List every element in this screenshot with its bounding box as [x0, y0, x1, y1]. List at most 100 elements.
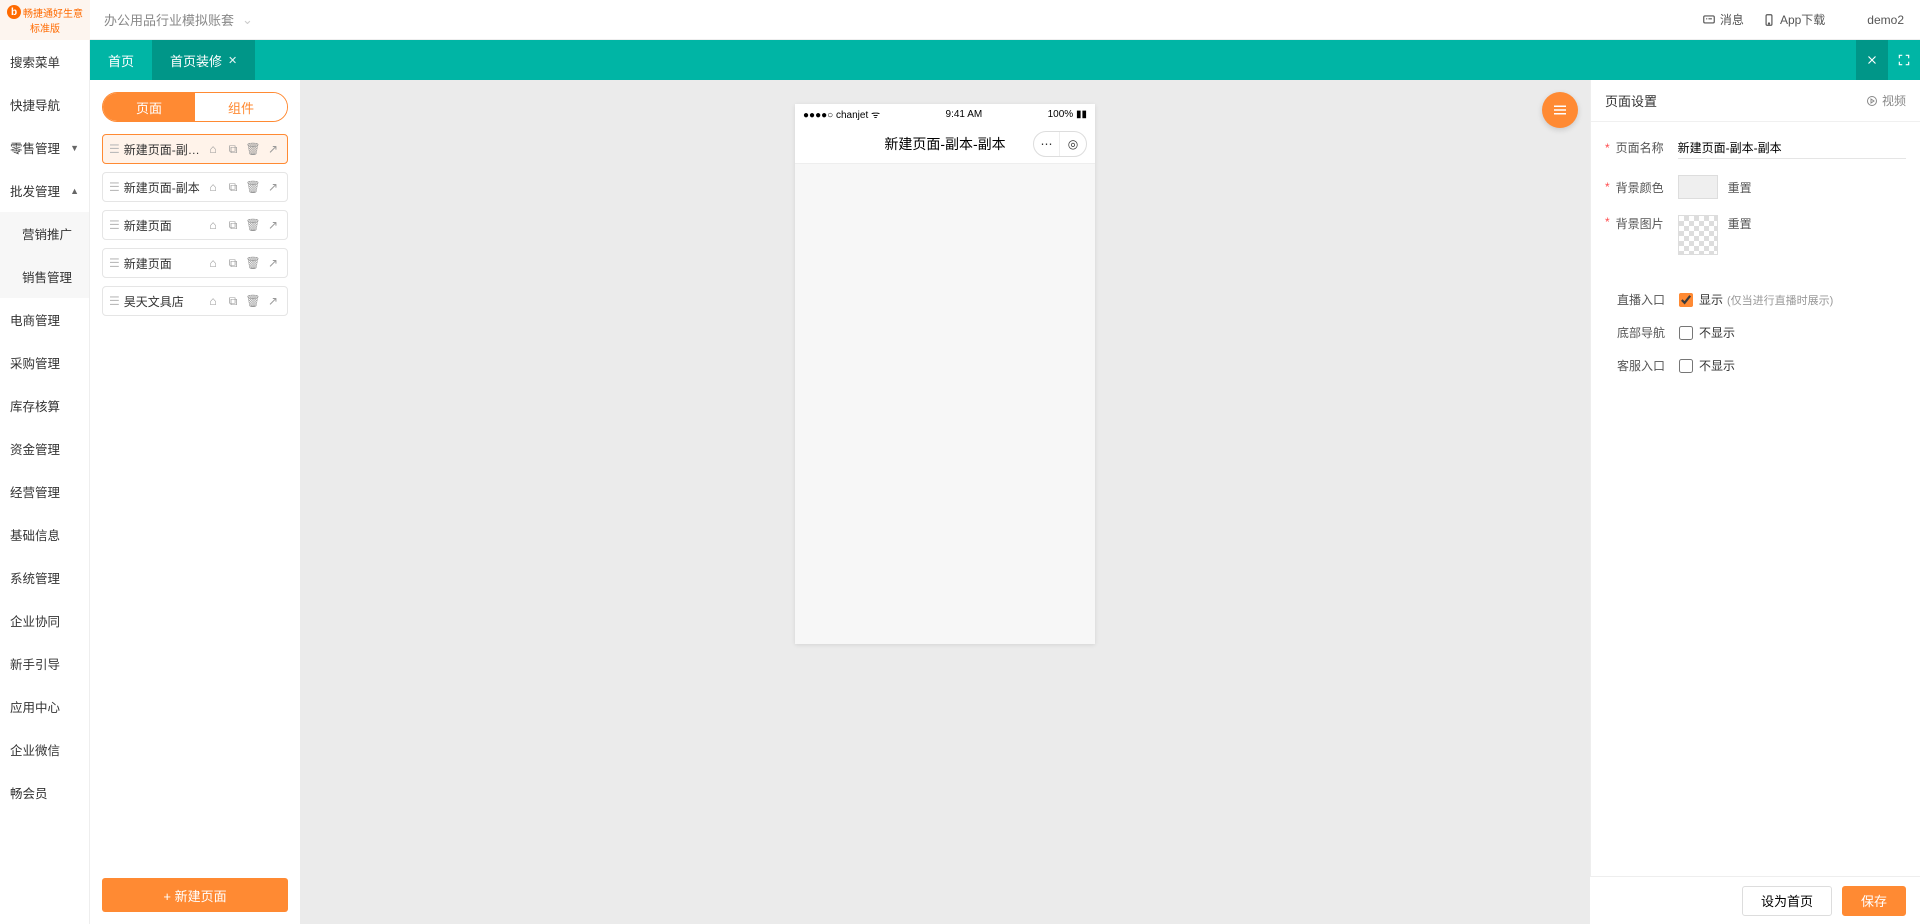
bottom-nav-checkbox[interactable]: 不显示	[1679, 324, 1735, 341]
nav-inventory[interactable]: 库存核算	[0, 384, 89, 427]
footer-bar: 设为首页 保存	[1590, 876, 1920, 924]
live-text: 显示	[1699, 291, 1723, 308]
delete-icon[interactable]: 🗑	[245, 294, 261, 308]
nav-member[interactable]: 畅会员	[0, 771, 89, 814]
tab-home[interactable]: 首页	[90, 40, 152, 80]
nav-marketing[interactable]: 营销推广	[0, 212, 89, 255]
delete-icon[interactable]: 🗑	[245, 256, 261, 270]
logo[interactable]: b畅捷通好生意 标准版	[0, 0, 90, 40]
bg-color-swatch[interactable]	[1678, 175, 1718, 199]
bottom-nav-checkbox-input[interactable]	[1679, 326, 1693, 340]
nav-operation[interactable]: 经营管理	[0, 470, 89, 513]
page-row[interactable]: ☰新建页面-副本⌂⧉🗑↗	[102, 172, 288, 202]
nav-basic[interactable]: 基础信息	[0, 513, 89, 556]
drag-icon[interactable]: ☰	[109, 142, 120, 156]
nav-retail[interactable]: 零售管理▼	[0, 126, 89, 169]
nav-appcenter[interactable]: 应用中心	[0, 685, 89, 728]
nav-system[interactable]: 系统管理	[0, 556, 89, 599]
home-icon[interactable]: ⌂	[205, 294, 221, 308]
copy-icon[interactable]: ⧉	[225, 218, 241, 233]
share-icon[interactable]: ↗	[265, 142, 281, 156]
nav-funds[interactable]: 资金管理	[0, 427, 89, 470]
live-checkbox[interactable]: 显示	[1679, 291, 1723, 308]
set-home-button[interactable]: 设为首页	[1742, 886, 1832, 916]
service-label: 客服入口	[1617, 357, 1679, 374]
copy-icon[interactable]: ⧉	[225, 256, 241, 271]
nav-label: 营销推广	[22, 224, 72, 243]
share-icon[interactable]: ↗	[265, 218, 281, 232]
delete-icon[interactable]: 🗑	[245, 142, 261, 156]
nav-quick[interactable]: 快捷导航	[0, 83, 89, 126]
page-name: 昊天文具店	[124, 293, 201, 310]
drag-icon[interactable]: ☰	[109, 218, 120, 232]
drag-icon[interactable]: ☰	[109, 256, 120, 270]
nav-sales[interactable]: 销售管理	[0, 255, 89, 298]
page-row[interactable]: ☰新建页面⌂⧉🗑↗	[102, 248, 288, 278]
service-checkbox[interactable]: 不显示	[1679, 357, 1735, 374]
share-icon[interactable]: ↗	[265, 294, 281, 308]
nav-label: 库存核算	[10, 396, 60, 415]
page-row[interactable]: ☰ 昊天文具店 ⌂ ⧉ 🗑 ↗	[102, 286, 288, 316]
tab-close-all[interactable]	[1856, 40, 1888, 80]
video-link[interactable]: 视频	[1866, 92, 1906, 109]
home-icon[interactable]: ⌂	[205, 218, 221, 232]
row-live: 直播入口 显示 (仅当进行直播时展示)	[1605, 291, 1906, 308]
logo-icon: b	[7, 5, 21, 19]
nav-ecommerce[interactable]: 电商管理	[0, 298, 89, 341]
page-row[interactable]: ☰新建页面-副本-...⌂⧉🗑↗	[102, 134, 288, 164]
copy-icon[interactable]: ⧉	[225, 180, 241, 195]
row-bottom-nav: 底部导航 不显示	[1605, 324, 1906, 341]
drag-icon[interactable]: ☰	[109, 294, 120, 308]
more-icon[interactable]: ⋯	[1034, 132, 1060, 156]
main: 页面 组件 ☰新建页面-副本-...⌂⧉🗑↗☰新建页面-副本⌂⧉🗑↗☰新建页面⌂…	[90, 80, 1920, 924]
share-icon[interactable]: ↗	[265, 256, 281, 270]
settings-header: 页面设置 视频	[1591, 80, 1920, 122]
video-label: 视频	[1882, 92, 1906, 109]
reset-image[interactable]: 重置	[1728, 215, 1752, 232]
bg-image-picker[interactable]	[1678, 215, 1718, 255]
tab-decorate[interactable]: 首页装修 ✕	[152, 40, 255, 80]
nav-label: 经营管理	[10, 482, 60, 501]
close-icon[interactable]: ✕	[228, 54, 237, 67]
delete-icon[interactable]: 🗑	[245, 218, 261, 232]
required-icon: *	[1605, 215, 1610, 229]
messages-link[interactable]: 消息	[1702, 11, 1744, 28]
nav-search[interactable]: 搜索菜单	[0, 40, 89, 83]
service-text: 不显示	[1699, 357, 1735, 374]
nav-wholesale[interactable]: 批发管理▲	[0, 169, 89, 212]
copy-icon[interactable]: ⧉	[225, 294, 241, 309]
nav-collab[interactable]: 企业协同	[0, 599, 89, 642]
nav-guide[interactable]: 新手引导	[0, 642, 89, 685]
settings-panel: 页面设置 视频 * 页面名称 * 背景颜色 重置 * 背景图片 重	[1590, 80, 1920, 924]
account-selector[interactable]: 办公用品行业模拟账套 ⌄	[104, 10, 253, 29]
nav-purchase[interactable]: 采购管理	[0, 341, 89, 384]
phone-body[interactable]	[795, 164, 1095, 644]
home-icon[interactable]: ⌂	[205, 256, 221, 270]
drag-icon[interactable]: ☰	[109, 180, 120, 194]
phone-time: 9:41 AM	[946, 109, 983, 120]
user-menu[interactable]: demo2	[1843, 10, 1904, 30]
live-checkbox-input[interactable]	[1679, 293, 1693, 307]
home-icon[interactable]: ⌂	[205, 180, 221, 194]
logo-sub: 标准版	[30, 20, 60, 35]
wechat-capsule[interactable]: ⋯ ◎	[1033, 131, 1087, 157]
service-checkbox-input[interactable]	[1679, 359, 1693, 373]
seg-component[interactable]: 组件	[195, 93, 287, 121]
nav-wechat[interactable]: 企业微信	[0, 728, 89, 771]
copy-icon[interactable]: ⧉	[225, 142, 241, 157]
float-menu-button[interactable]	[1542, 92, 1578, 128]
seg-page[interactable]: 页面	[103, 93, 195, 121]
page-name-input[interactable]	[1678, 136, 1906, 159]
target-icon[interactable]: ◎	[1060, 132, 1086, 156]
reset-color[interactable]: 重置	[1728, 179, 1752, 196]
new-page-button[interactable]: + 新建页面	[102, 878, 288, 912]
nav-label: 企业协同	[10, 611, 60, 630]
home-icon[interactable]: ⌂	[205, 142, 221, 156]
save-button[interactable]: 保存	[1842, 886, 1906, 916]
canvas[interactable]: ●●●●○ chanjet ᯤ 9:41 AM 100% ▮▮ 新建页面-副本-…	[300, 80, 1590, 924]
fullscreen-button[interactable]	[1888, 40, 1920, 80]
app-download-link[interactable]: App下载	[1762, 11, 1825, 28]
page-row[interactable]: ☰新建页面⌂⧉🗑↗	[102, 210, 288, 240]
delete-icon[interactable]: 🗑	[245, 180, 261, 194]
share-icon[interactable]: ↗	[265, 180, 281, 194]
